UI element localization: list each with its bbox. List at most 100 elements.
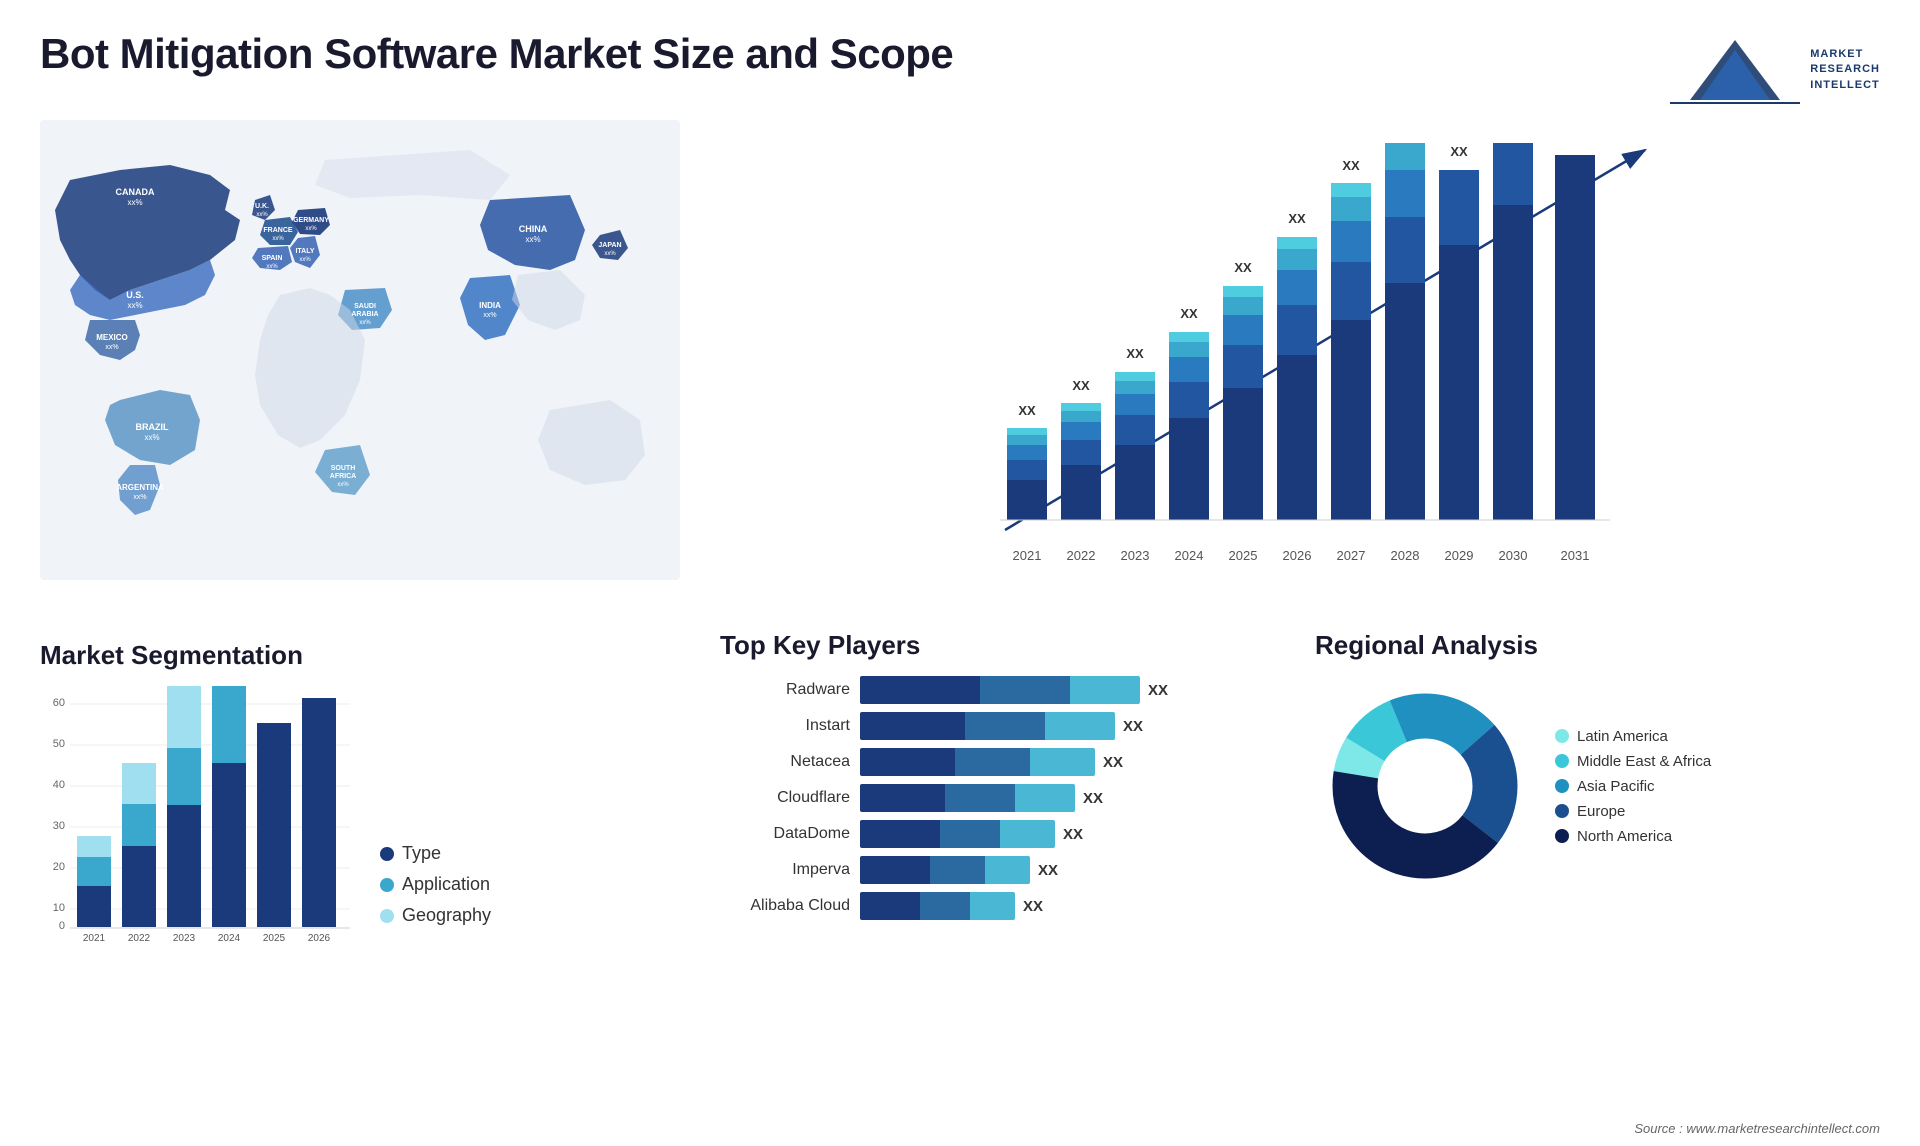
svg-text:JAPAN: JAPAN — [598, 242, 621, 249]
svg-text:30: 30 — [53, 820, 65, 832]
svg-text:xx%: xx% — [133, 494, 146, 501]
legend-geography: Geography — [380, 905, 491, 926]
svg-text:xx%: xx% — [144, 433, 159, 442]
svg-text:ITALY: ITALY — [295, 248, 314, 255]
svg-text:2026: 2026 — [1283, 548, 1312, 563]
asia-pacific-color — [1555, 779, 1569, 793]
player-row-datadome: DataDome XX — [720, 820, 1275, 848]
bar-chart-svg: XX 2021 XX 2022 XX 2023 — [750, 140, 1860, 570]
svg-text:xx%: xx% — [127, 198, 142, 207]
svg-text:2023: 2023 — [173, 933, 196, 944]
player-bar-alibaba: XX — [860, 892, 1275, 920]
svg-text:xx%: xx% — [127, 301, 142, 310]
svg-text:xx%: xx% — [105, 344, 118, 351]
legend-europe: Europe — [1555, 803, 1711, 820]
svg-text:2022: 2022 — [128, 933, 151, 944]
key-players-title: Top Key Players — [720, 630, 1275, 661]
svg-text:xx%: xx% — [525, 235, 540, 244]
donut-chart-container: Latin America Middle East & Africa Asia … — [1315, 676, 1870, 896]
svg-text:MEXICO: MEXICO — [96, 333, 128, 342]
svg-text:60: 60 — [53, 697, 65, 709]
segmentation-container: 60 50 40 30 20 10 0 2021 — [40, 686, 690, 946]
svg-text:XX: XX — [1342, 158, 1360, 173]
geography-color-dot — [380, 909, 394, 923]
svg-text:2022: 2022 — [1067, 548, 1096, 563]
svg-text:SAUDI: SAUDI — [354, 303, 376, 310]
svg-text:2024: 2024 — [218, 933, 241, 944]
player-xx-datadome: XX — [1063, 826, 1083, 843]
regional-title: Regional Analysis — [1315, 630, 1870, 661]
north-america-color — [1555, 829, 1569, 843]
player-name-netacea: Netacea — [720, 753, 850, 771]
svg-text:xx%: xx% — [272, 236, 284, 242]
map-section: CANADA xx% U.S. xx% MEXICO xx% BRAZIL xx… — [40, 120, 690, 610]
player-xx-alibaba: XX — [1023, 898, 1043, 915]
source-text: Source : www.marketresearchintellect.com — [1634, 1121, 1880, 1136]
svg-text:U.K.: U.K. — [255, 203, 269, 210]
svg-text:AFRICA: AFRICA — [330, 473, 356, 480]
svg-text:GERMANY: GERMANY — [293, 217, 329, 224]
svg-text:XX: XX — [1234, 260, 1252, 275]
world-map: CANADA xx% U.S. xx% MEXICO xx% BRAZIL xx… — [40, 120, 680, 580]
player-bar-instart: XX — [860, 712, 1275, 740]
player-row-netacea: Netacea XX — [720, 748, 1275, 776]
legend-middle-east-africa: Middle East & Africa — [1555, 753, 1711, 770]
svg-text:40: 40 — [53, 779, 65, 791]
svg-text:2027: 2027 — [1337, 548, 1366, 563]
svg-text:2025: 2025 — [263, 933, 286, 944]
bottom-right-sections: Top Key Players Radware XX — [710, 630, 1880, 956]
svg-text:20: 20 — [53, 861, 65, 873]
player-row-alibaba: Alibaba Cloud XX — [720, 892, 1275, 920]
regional-legend: Latin America Middle East & Africa Asia … — [1555, 728, 1711, 845]
svg-text:XX: XX — [1072, 378, 1090, 393]
main-content: CANADA xx% U.S. xx% MEXICO xx% BRAZIL xx… — [0, 120, 1920, 956]
svg-text:CHINA: CHINA — [519, 224, 548, 234]
europe-color — [1555, 804, 1569, 818]
player-xx-imperva: XX — [1038, 862, 1058, 879]
player-row-radware: Radware XX — [720, 676, 1275, 704]
player-bar-cloudflare: XX — [860, 784, 1275, 812]
logo-area: MARKET RESEARCH INTELLECT — [1670, 30, 1880, 110]
legend-type: Type — [380, 843, 491, 864]
player-bar-imperva: XX — [860, 856, 1275, 884]
svg-text:XX: XX — [1126, 346, 1144, 361]
svg-text:XX: XX — [1450, 144, 1468, 159]
segmentation-title: Market Segmentation — [40, 640, 690, 671]
legend-asia-pacific: Asia Pacific — [1555, 778, 1711, 795]
player-row-cloudflare: Cloudflare XX — [720, 784, 1275, 812]
player-bar-radware: XX — [860, 676, 1275, 704]
svg-text:xx%: xx% — [299, 257, 311, 263]
player-xx-radware: XX — [1148, 682, 1168, 699]
svg-text:50: 50 — [53, 738, 65, 750]
svg-text:XX: XX — [1180, 306, 1198, 321]
header: Bot Mitigation Software Market Size and … — [0, 0, 1920, 120]
svg-text:2023: 2023 — [1121, 548, 1150, 563]
svg-text:2026: 2026 — [308, 933, 331, 944]
key-players-section: Top Key Players Radware XX — [710, 630, 1285, 956]
player-name-alibaba: Alibaba Cloud — [720, 897, 850, 915]
svg-text:SOUTH: SOUTH — [331, 465, 356, 472]
player-xx-netacea: XX — [1103, 754, 1123, 771]
svg-text:xx%: xx% — [337, 482, 349, 488]
svg-text:10: 10 — [53, 902, 65, 914]
player-name-datadome: DataDome — [720, 825, 850, 843]
player-bar-netacea: XX — [860, 748, 1275, 776]
svg-text:XX: XX — [1288, 211, 1306, 226]
svg-text:2031: 2031 — [1561, 548, 1590, 563]
middle-east-color — [1555, 754, 1569, 768]
player-name-cloudflare: Cloudflare — [720, 789, 850, 807]
svg-text:XX: XX — [1018, 403, 1036, 418]
svg-text:2025: 2025 — [1229, 548, 1258, 563]
growth-chart-section: XX 2021 XX 2022 XX 2023 — [710, 120, 1880, 610]
svg-text:xx%: xx% — [305, 226, 317, 232]
player-name-instart: Instart — [720, 717, 850, 735]
player-name-imperva: Imperva — [720, 861, 850, 879]
regional-analysis-section: Regional Analysis — [1305, 630, 1880, 956]
legend-application: Application — [380, 874, 491, 895]
svg-text:2021: 2021 — [1013, 548, 1042, 563]
application-color-dot — [380, 878, 394, 892]
market-segmentation-section: Market Segmentation 60 50 40 30 20 10 0 — [40, 630, 690, 956]
svg-text:SPAIN: SPAIN — [262, 255, 283, 262]
players-list: Radware XX Instart — [720, 676, 1275, 920]
legend-north-america: North America — [1555, 828, 1711, 845]
